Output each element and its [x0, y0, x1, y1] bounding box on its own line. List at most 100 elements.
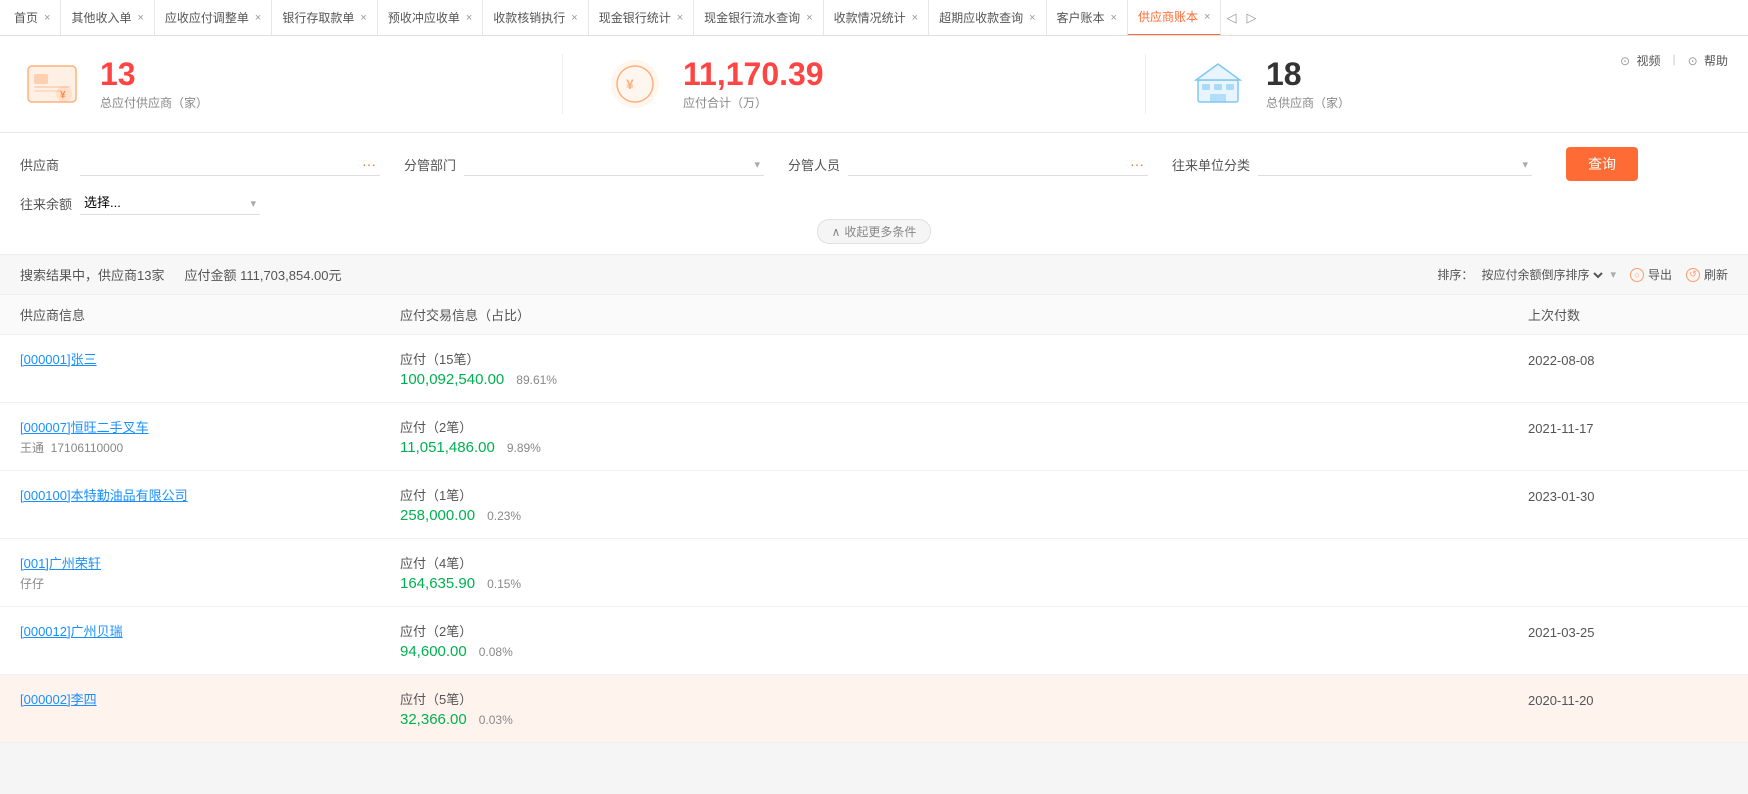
- supplier-input[interactable]: [80, 152, 380, 176]
- refresh-label: 刷新: [1704, 266, 1728, 283]
- payable-label: 应付（4笔）: [400, 553, 1528, 572]
- person-input[interactable]: [848, 152, 1148, 176]
- person-dots-icon[interactable]: ···: [1130, 156, 1144, 172]
- nav-tab-overdue-close[interactable]: ×: [1029, 12, 1035, 24]
- payable-row: 164,635.90 0.15%: [400, 575, 1528, 592]
- nav-tab-receipt-stat-close[interactable]: ×: [912, 12, 918, 24]
- ap-suppliers-label: 总应付供应商（家）: [100, 94, 208, 111]
- payable-amount[interactable]: 164,635.90: [400, 575, 475, 592]
- sort-select[interactable]: 按应付余额倒序排序: [1477, 267, 1606, 283]
- summary-left: 搜索结果中，供应商13家 应付金额 111,703,854.00元: [20, 265, 342, 284]
- payable-col: 应付（2笔） 11,051,486.00 9.89%: [400, 417, 1528, 456]
- nav-tab-home-close[interactable]: ×: [44, 12, 50, 24]
- supplier-link[interactable]: [000012]广州贝瑞: [20, 624, 123, 639]
- table-row: [001]广州荣轩 仔仔 应付（4笔） 164,635.90 0.15%: [0, 539, 1748, 607]
- ap-suppliers-number: 13: [100, 57, 208, 92]
- nav-tab-bank-deposit-close[interactable]: ×: [360, 12, 366, 24]
- top-navigation: 首页 × 其他收入单 × 应收应付调整单 × 银行存取款单 × 预收冲应收单 ×…: [0, 0, 1748, 36]
- nav-tab-cash-bank-flow-close[interactable]: ×: [806, 12, 812, 24]
- nav-tab-other-income[interactable]: 其他收入单 ×: [61, 0, 154, 36]
- nav-tab-cash-bank-stat[interactable]: 现金银行统计 ×: [589, 0, 694, 36]
- nav-tab-ap-adjust-close[interactable]: ×: [255, 12, 261, 24]
- supplier-info-col: [001]广州荣轩 仔仔: [20, 553, 400, 592]
- payable-row: 32,366.00 0.03%: [400, 711, 1528, 728]
- total-payable-icon: ¥: [603, 52, 667, 116]
- filter-bar: 供应商 ··· 分管部门 ▾ 分管人员 ···: [0, 133, 1748, 255]
- lastpay-col: 2021-03-25: [1528, 621, 1728, 640]
- nav-tab-cash-bank-stat-close[interactable]: ×: [677, 12, 683, 24]
- lastpay-date: 2023-01-30: [1528, 485, 1728, 504]
- nav-tab-receipt-verify-label: 收款核销执行: [493, 9, 565, 26]
- filter-dept: 分管部门 ▾: [404, 152, 764, 176]
- payable-amount[interactable]: 11,051,486.00: [400, 439, 495, 456]
- video-link[interactable]: ⊙ 视频: [1620, 52, 1660, 69]
- filter-balance: 往来余额 选择... ▾: [20, 191, 380, 215]
- lastpay-col: 2022-08-08: [1528, 349, 1728, 368]
- nav-tab-ap-adjust-label: 应收应付调整单: [165, 9, 249, 26]
- nav-tab-cash-bank-flow[interactable]: 现金银行流水查询 ×: [694, 0, 823, 36]
- collapse-button[interactable]: ∧ 收起更多条件: [817, 219, 932, 244]
- lastpay-date: 2021-03-25: [1528, 621, 1728, 640]
- nav-tab-supplier-close[interactable]: ×: [1204, 11, 1210, 23]
- sort-chevron-down-icon: ▾: [1610, 268, 1616, 281]
- nav-tab-customer[interactable]: 客户账本 ×: [1047, 0, 1128, 36]
- nav-tab-receipt-stat[interactable]: 收款情况统计 ×: [824, 0, 929, 36]
- ap-suppliers-icon: ¥: [20, 52, 84, 116]
- payable-col: 应付（15笔） 100,092,540.00 89.61%: [400, 349, 1528, 388]
- person-input-wrap: ···: [848, 152, 1148, 176]
- total-payable-label: 应付合计（万）: [683, 94, 824, 111]
- link-separator: |: [1672, 52, 1675, 69]
- nav-tab-bank-deposit[interactable]: 银行存取款单 ×: [272, 0, 377, 36]
- nav-tab-customer-close[interactable]: ×: [1111, 12, 1117, 24]
- supplier-link[interactable]: [000001]张三: [20, 352, 97, 367]
- payable-amount[interactable]: 100,092,540.00: [400, 371, 504, 388]
- supplier-name: [001]广州荣轩: [20, 553, 400, 572]
- nav-tab-ap-adjust[interactable]: 应收应付调整单 ×: [155, 0, 272, 36]
- sort-label: 排序：: [1437, 266, 1473, 283]
- nav-arrow-right[interactable]: ▷: [1241, 0, 1261, 36]
- nav-tab-supplier[interactable]: 供应商账本 ×: [1128, 0, 1221, 36]
- export-button[interactable]: ○ 导出: [1630, 266, 1672, 283]
- nav-tab-cash-bank-flow-label: 现金银行流水查询: [704, 9, 800, 26]
- nav-tab-prepay-close[interactable]: ×: [466, 12, 472, 24]
- supplier-link[interactable]: [000100]本特勤油品有限公司: [20, 488, 188, 503]
- payable-label: 应付（5笔）: [400, 689, 1528, 708]
- collapse-row: ∧ 收起更多条件: [20, 219, 1728, 244]
- nav-tab-bank-deposit-label: 银行存取款单: [282, 9, 354, 26]
- dept-select[interactable]: [464, 152, 764, 176]
- payable-label: 应付（2笔）: [400, 621, 1528, 640]
- nav-tab-prepay[interactable]: 预收冲应收单 ×: [378, 0, 483, 36]
- nav-tab-receipt-verify-close[interactable]: ×: [571, 12, 577, 24]
- help-link[interactable]: ⊙ 帮助: [1688, 52, 1728, 69]
- supplier-link[interactable]: [001]广州荣轩: [20, 556, 101, 571]
- nav-arrow-left[interactable]: ◁: [1221, 0, 1241, 36]
- stat-ap-suppliers: ¥ 13 总应付供应商（家）: [20, 52, 522, 116]
- nav-tab-supplier-label: 供应商账本: [1138, 8, 1198, 25]
- nav-tab-overdue[interactable]: 超期应收款查询 ×: [929, 0, 1046, 36]
- supplier-link[interactable]: [000002]李四: [20, 692, 97, 707]
- table-row: [000007]恒旺二手叉车 王通 17106110000 应付（2笔） 11,…: [0, 403, 1748, 471]
- table-row: [000012]广州贝瑞 应付（2笔） 94,600.00 0.08% 2021…: [0, 607, 1748, 675]
- lastpay-date: 2020-11-20: [1528, 689, 1728, 708]
- nav-tab-other-income-close[interactable]: ×: [137, 12, 143, 24]
- supplier-name: [000002]李四: [20, 689, 400, 708]
- payable-row: 94,600.00 0.08%: [400, 643, 1528, 660]
- table-row: [000002]李四 应付（5笔） 32,366.00 0.03% 2020-1…: [0, 675, 1748, 743]
- payable-amount[interactable]: 32,366.00: [400, 711, 467, 728]
- supplier-link[interactable]: [000007]恒旺二手叉车: [20, 420, 149, 435]
- query-button[interactable]: 查询: [1566, 147, 1638, 181]
- unit-class-select[interactable]: [1258, 152, 1532, 176]
- header-supplier-info: 供应商信息: [20, 305, 400, 324]
- supplier-dots-icon[interactable]: ···: [362, 156, 376, 172]
- refresh-button[interactable]: ↺ 刷新: [1686, 266, 1728, 283]
- payable-row: 11,051,486.00 9.89%: [400, 439, 1528, 456]
- payable-amount[interactable]: 258,000.00: [400, 507, 475, 524]
- supplier-input-wrap: ···: [80, 152, 380, 176]
- nav-tab-receipt-verify[interactable]: 收款核销执行 ×: [483, 0, 588, 36]
- payable-amount[interactable]: 94,600.00: [400, 643, 467, 660]
- payable-label: 应付（15笔）: [400, 349, 1528, 368]
- balance-select[interactable]: 选择...: [80, 191, 260, 215]
- lastpay-date: 2022-08-08: [1528, 349, 1728, 368]
- nav-tab-home[interactable]: 首页 ×: [4, 0, 61, 36]
- total-suppliers-label: 总供应商（家）: [1266, 94, 1350, 111]
